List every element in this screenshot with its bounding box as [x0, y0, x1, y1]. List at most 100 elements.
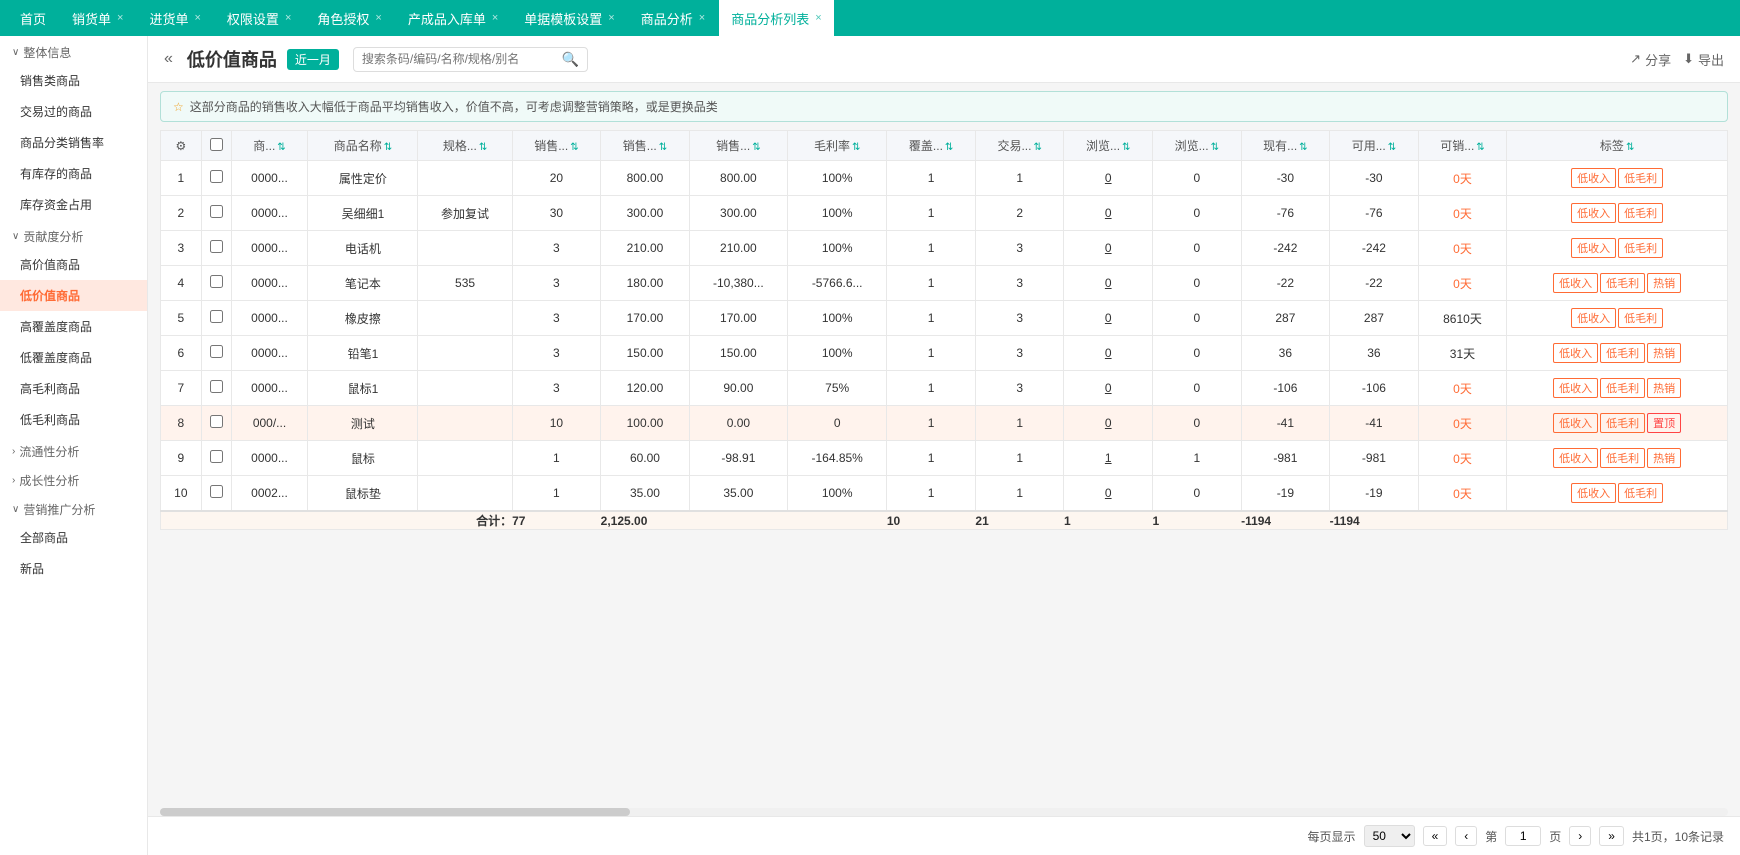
close-icon[interactable]: ×	[117, 12, 123, 24]
col-tags[interactable]: 标签⇅	[1507, 131, 1728, 161]
row-checkbox[interactable]	[210, 415, 223, 428]
row-browse1[interactable]: 0	[1064, 371, 1153, 406]
col-name[interactable]: 商品名称⇅	[308, 131, 418, 161]
nav-stock-in[interactable]: 产成品入库单 ×	[396, 0, 510, 36]
close-icon-active[interactable]: ×	[815, 12, 821, 24]
row-checkbox[interactable]	[210, 310, 223, 323]
row-browse1[interactable]: 1	[1064, 441, 1153, 476]
last-page-button[interactable]: »	[1599, 826, 1624, 846]
sidebar-item-traded-goods[interactable]: 交易过的商品	[0, 96, 147, 127]
row-checkbox-cell[interactable]	[201, 476, 231, 512]
row-checkbox[interactable]	[210, 485, 223, 498]
sidebar-item-high-coverage[interactable]: 高覆盖度商品	[0, 311, 147, 342]
row-checkbox-cell[interactable]	[201, 266, 231, 301]
col-margin[interactable]: 毛利率⇅	[788, 131, 887, 161]
close-icon[interactable]: ×	[194, 12, 200, 24]
search-icon[interactable]: 🔍	[562, 51, 579, 68]
sidebar-item-low-coverage[interactable]: 低覆盖度商品	[0, 342, 147, 373]
sidebar-group-overall[interactable]: ∨ 整体信息	[0, 36, 147, 65]
sidebar-item-stock-capital[interactable]: 库存资金占用	[0, 189, 147, 220]
browse-link[interactable]: 0	[1105, 311, 1112, 325]
nav-purchase[interactable]: 进货单 ×	[137, 0, 212, 36]
share-button[interactable]: ↗ 分享	[1630, 50, 1671, 69]
row-browse1[interactable]: 0	[1064, 231, 1153, 266]
sidebar-item-new-goods[interactable]: 新品	[0, 553, 147, 584]
table-container[interactable]: ⚙ 商...⇅ 商品名称⇅ 规格...⇅ 销售...⇅ 销售...⇅ 销售...…	[148, 130, 1740, 808]
col-settings[interactable]: ⚙	[161, 131, 202, 161]
sidebar-group-growth[interactable]: › 成长性分析	[0, 464, 147, 493]
row-checkbox-cell[interactable]	[201, 441, 231, 476]
per-page-select[interactable]: 50 100 200	[1364, 825, 1415, 847]
col-current[interactable]: 现有...⇅	[1241, 131, 1330, 161]
browse-link[interactable]: 0	[1105, 381, 1112, 395]
horizontal-scrollbar[interactable]	[160, 808, 1728, 816]
sidebar-collapse-button[interactable]: «	[164, 50, 173, 68]
search-input[interactable]	[362, 52, 562, 66]
col-coverage[interactable]: 覆盖...⇅	[887, 131, 976, 161]
row-checkbox[interactable]	[210, 205, 223, 218]
nav-home[interactable]: 首页	[8, 0, 58, 36]
browse-link[interactable]: 0	[1105, 206, 1112, 220]
sidebar-group-marketing[interactable]: ∨ 营销推广分析	[0, 493, 147, 522]
browse-link[interactable]: 0	[1105, 416, 1112, 430]
sidebar-item-all-goods[interactable]: 全部商品	[0, 522, 147, 553]
nav-sales[interactable]: 销货单 ×	[60, 0, 135, 36]
sidebar-item-low-margin[interactable]: 低毛利商品	[0, 404, 147, 435]
close-icon[interactable]: ×	[492, 12, 498, 24]
col-code[interactable]: 商...⇅	[231, 131, 308, 161]
row-checkbox[interactable]	[210, 170, 223, 183]
col-browse2[interactable]: 浏览...⇅	[1153, 131, 1242, 161]
export-button[interactable]: ⬇ 导出	[1683, 50, 1724, 69]
prev-page-button[interactable]: ‹	[1455, 826, 1477, 846]
row-checkbox[interactable]	[210, 380, 223, 393]
browse-link[interactable]: 0	[1105, 486, 1112, 500]
row-checkbox-cell[interactable]	[201, 406, 231, 441]
sidebar-item-high-value[interactable]: 高价值商品	[0, 249, 147, 280]
nav-role[interactable]: 角色授权 ×	[305, 0, 393, 36]
row-checkbox-cell[interactable]	[201, 161, 231, 196]
nav-permission[interactable]: 权限设置 ×	[215, 0, 303, 36]
row-checkbox[interactable]	[210, 240, 223, 253]
next-page-button[interactable]: ›	[1569, 826, 1591, 846]
col-checkbox[interactable]	[201, 131, 231, 161]
close-icon[interactable]: ×	[608, 12, 614, 24]
row-browse1[interactable]: 0	[1064, 161, 1153, 196]
row-checkbox-cell[interactable]	[201, 231, 231, 266]
col-sellable[interactable]: 可销...⇅	[1418, 131, 1507, 161]
current-page-input[interactable]	[1505, 826, 1541, 846]
browse-link[interactable]: 0	[1105, 241, 1112, 255]
col-sales1[interactable]: 销售...⇅	[601, 131, 690, 161]
close-icon[interactable]: ×	[699, 12, 705, 24]
row-checkbox[interactable]	[210, 345, 223, 358]
close-icon[interactable]: ×	[375, 12, 381, 24]
filter-tag-month[interactable]: 近一月	[287, 49, 339, 70]
sidebar-item-sales-goods[interactable]: 销售类商品	[0, 65, 147, 96]
nav-analysis[interactable]: 商品分析 ×	[629, 0, 717, 36]
col-spec[interactable]: 规格...⇅	[418, 131, 512, 161]
col-available[interactable]: 可用...⇅	[1330, 131, 1419, 161]
scrollbar-thumb[interactable]	[160, 808, 630, 816]
row-checkbox[interactable]	[210, 450, 223, 463]
nav-analysis-list[interactable]: 商品分析列表 ×	[719, 0, 833, 36]
col-transaction[interactable]: 交易...⇅	[975, 131, 1064, 161]
col-qty[interactable]: 销售...⇅	[512, 131, 601, 161]
sidebar-group-circulation[interactable]: › 流通性分析	[0, 435, 147, 464]
select-all-checkbox[interactable]	[210, 138, 223, 151]
sidebar-group-contribution[interactable]: ∨ 贡献度分析	[0, 220, 147, 249]
col-browse1[interactable]: 浏览...⇅	[1064, 131, 1153, 161]
browse-link[interactable]: 0	[1105, 171, 1112, 185]
row-checkbox-cell[interactable]	[201, 196, 231, 231]
browse-link[interactable]: 0	[1105, 346, 1112, 360]
row-browse1[interactable]: 0	[1064, 196, 1153, 231]
row-checkbox-cell[interactable]	[201, 336, 231, 371]
row-checkbox-cell[interactable]	[201, 371, 231, 406]
nav-template[interactable]: 单据模板设置 ×	[512, 0, 626, 36]
sidebar-item-category-rate[interactable]: 商品分类销售率	[0, 127, 147, 158]
first-page-button[interactable]: «	[1423, 826, 1448, 846]
row-browse1[interactable]: 0	[1064, 476, 1153, 512]
sidebar-item-low-value[interactable]: 低价值商品	[0, 280, 147, 311]
col-sales2[interactable]: 销售...⇅	[689, 131, 787, 161]
sidebar-item-high-margin[interactable]: 高毛利商品	[0, 373, 147, 404]
row-checkbox-cell[interactable]	[201, 301, 231, 336]
row-checkbox[interactable]	[210, 275, 223, 288]
